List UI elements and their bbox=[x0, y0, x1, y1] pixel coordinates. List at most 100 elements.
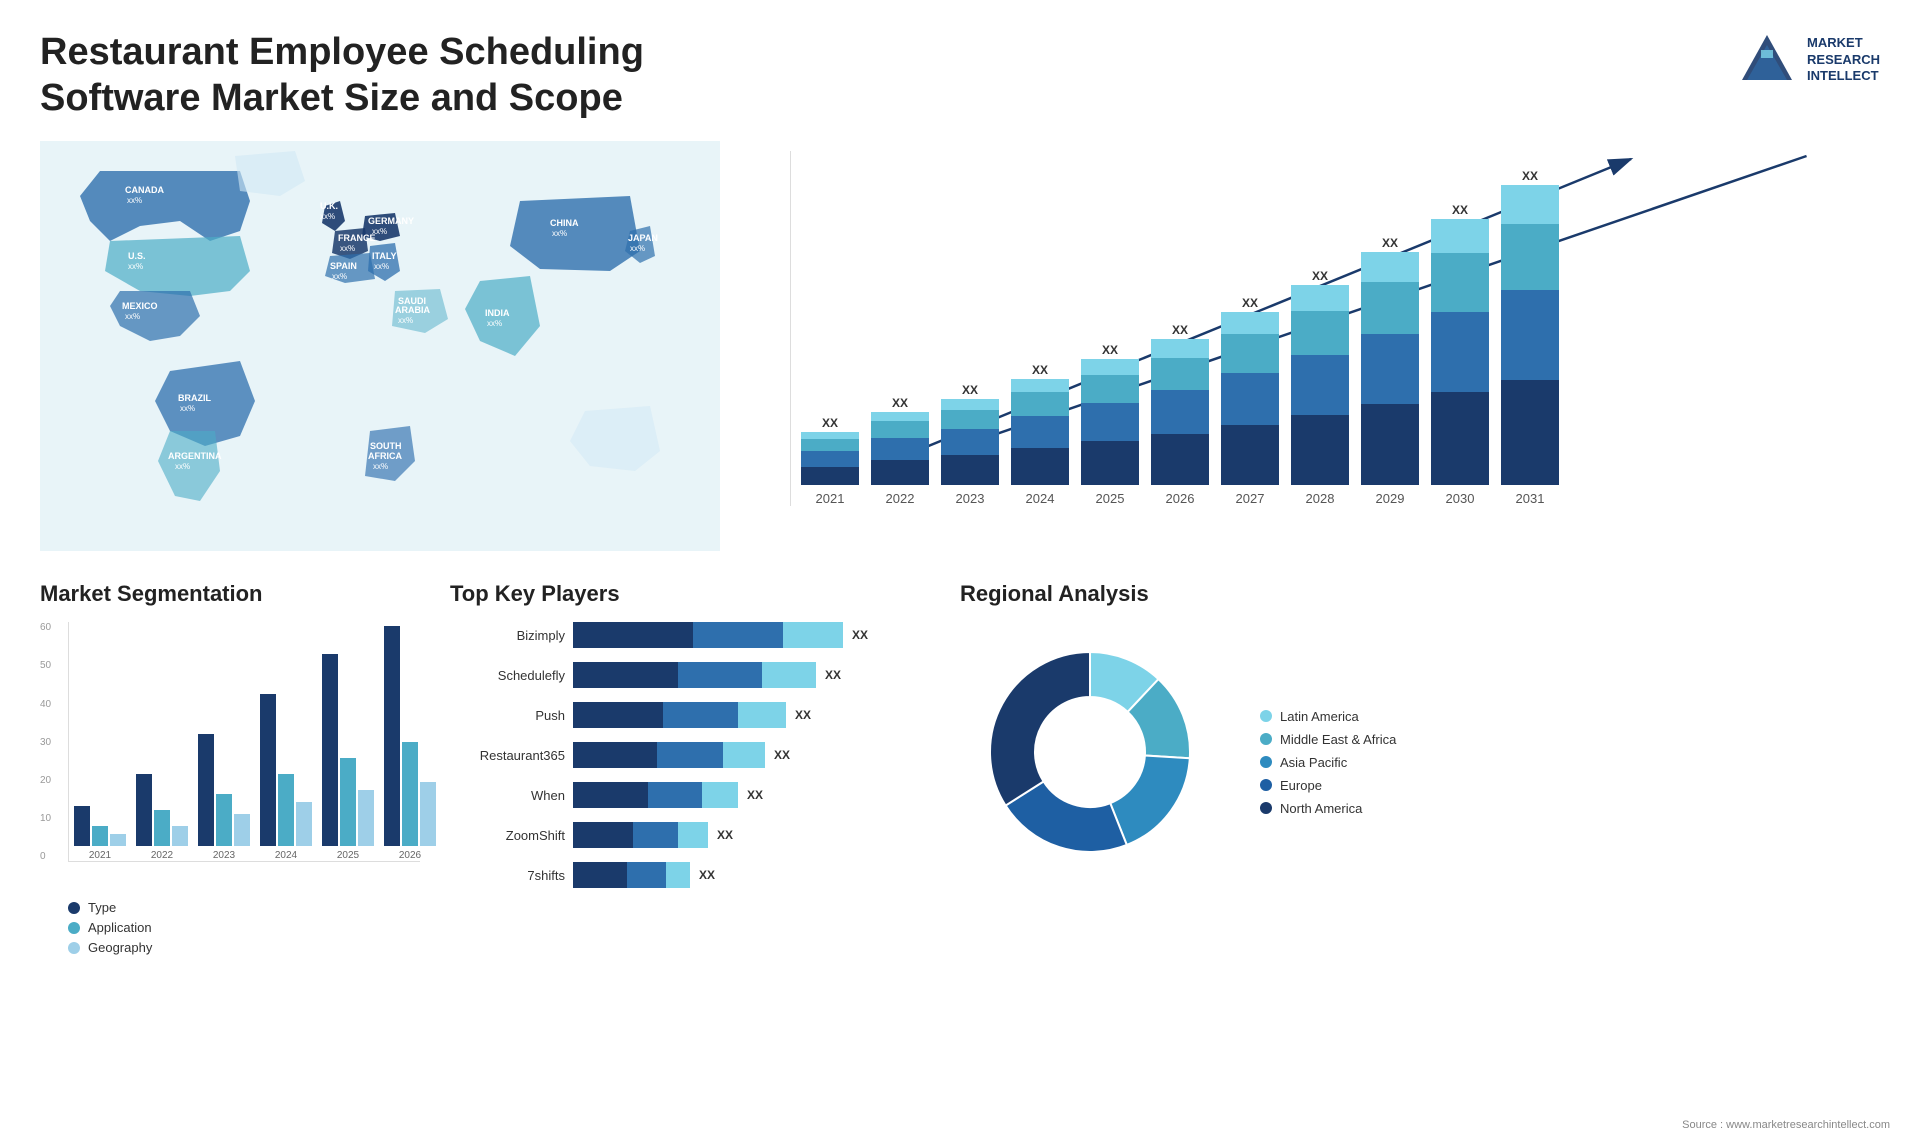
svg-text:xx%: xx% bbox=[127, 196, 142, 205]
player-bar-container-1: XX bbox=[573, 662, 930, 688]
bar-segment bbox=[1501, 380, 1559, 485]
bar-stack-2028 bbox=[1291, 285, 1349, 485]
bar-stack-2021 bbox=[801, 432, 859, 485]
legend-type: Type bbox=[68, 900, 420, 915]
player-bar-6 bbox=[573, 862, 690, 888]
france-label: FRANCE bbox=[338, 233, 376, 243]
seg-bar bbox=[260, 694, 276, 846]
bar-segment bbox=[1011, 379, 1069, 393]
bar-group-2028: XX2028 bbox=[1291, 269, 1349, 506]
donut-container: Latin America Middle East & Africa Asia Pa… bbox=[960, 622, 1880, 902]
bar-group-2023: XX2023 bbox=[941, 383, 999, 507]
player-name-1: Schedulefly bbox=[450, 668, 565, 683]
bar-segment bbox=[1081, 375, 1139, 403]
player-bar-seg bbox=[762, 662, 816, 688]
china-label: CHINA bbox=[550, 218, 579, 228]
player-xx-4: XX bbox=[747, 788, 763, 802]
bar-xx-2024: XX bbox=[1032, 363, 1048, 377]
bar-segment bbox=[1431, 392, 1489, 485]
bar-stack-2031 bbox=[1501, 185, 1559, 485]
bar-xx-2030: XX bbox=[1452, 203, 1468, 217]
player-row-5: ZoomShift XX bbox=[450, 822, 930, 848]
seg-chart-area: 0 10 20 30 40 50 60 20212022202320242025… bbox=[40, 622, 420, 892]
bar-group-2029: XX 2029 bbox=[1361, 236, 1419, 506]
bar-segment bbox=[871, 412, 929, 422]
seg-bar bbox=[92, 826, 108, 846]
seg-year-2026: 2026 bbox=[399, 850, 421, 861]
bar-segment bbox=[801, 432, 859, 439]
svg-text:ARABIA: ARABIA bbox=[395, 305, 430, 315]
seg-year-2023: 2023 bbox=[213, 850, 235, 861]
seg-bar bbox=[402, 742, 418, 846]
seg-bar bbox=[340, 758, 356, 846]
bar-year-2029: 2029 bbox=[1376, 491, 1405, 506]
svg-text:AFRICA: AFRICA bbox=[368, 451, 402, 461]
bar-segment bbox=[1151, 434, 1209, 485]
bar-segment bbox=[1291, 311, 1349, 355]
donut-legend-item-0: Latin America bbox=[1260, 709, 1396, 724]
bar-chart-container: XX2021XX2022XX2023XX2024XX2025XX2026XX20… bbox=[750, 141, 1880, 561]
header: Restaurant Employee Scheduling Software … bbox=[40, 30, 1880, 121]
spain-label: SPAIN bbox=[330, 261, 357, 271]
player-name-5: ZoomShift bbox=[450, 828, 565, 843]
seg-bar bbox=[420, 782, 436, 846]
legend-app-dot bbox=[68, 922, 80, 934]
donut-legend-dot-2 bbox=[1260, 756, 1272, 768]
donut-legend-item-1: Middle East & Africa bbox=[1260, 732, 1396, 747]
seg-group-2024: 2024 bbox=[260, 694, 312, 861]
svg-text:xx%: xx% bbox=[552, 229, 567, 238]
bar-xx-2029: XX bbox=[1382, 236, 1398, 250]
bar-stack-2027 bbox=[1221, 312, 1279, 485]
legend-type-dot bbox=[68, 902, 80, 914]
bar-segment bbox=[1361, 404, 1419, 486]
seg-bar bbox=[110, 834, 126, 846]
seg-legend: Type Application Geography bbox=[68, 900, 420, 955]
bar-segment bbox=[941, 455, 999, 485]
bar-group-2031: XX2031 bbox=[1501, 169, 1559, 506]
bar-segment bbox=[801, 451, 859, 467]
bar-xx-2023: XX bbox=[962, 383, 978, 397]
seg-group-2026: 2026 bbox=[384, 626, 436, 861]
seg-group-2025: 2025 bbox=[322, 654, 374, 861]
player-row-1: Schedulefly XX bbox=[450, 662, 930, 688]
player-bar-seg bbox=[573, 702, 663, 728]
bar-chart-section: XX2021XX2022XX2023XX2024XX2025XX2026XX20… bbox=[750, 141, 1880, 561]
page-title: Restaurant Employee Scheduling Software … bbox=[40, 30, 740, 121]
page-container: Restaurant Employee Scheduling Software … bbox=[0, 0, 1920, 1146]
svg-text:xx%: xx% bbox=[125, 312, 140, 321]
brazil-label: BRAZIL bbox=[178, 393, 211, 403]
player-bar-seg bbox=[627, 862, 666, 888]
bar-year-2025: 2025 bbox=[1096, 491, 1125, 506]
player-bar-seg bbox=[633, 822, 678, 848]
bar-xx-2027: XX bbox=[1242, 296, 1258, 310]
seg-bar bbox=[384, 626, 400, 846]
player-bar-seg bbox=[723, 742, 765, 768]
player-bar-0 bbox=[573, 622, 843, 648]
player-xx-6: XX bbox=[699, 868, 715, 882]
bar-group-2022: XX2022 bbox=[871, 396, 929, 506]
bar-segment bbox=[941, 429, 999, 455]
us-label: U.S. bbox=[128, 251, 146, 261]
logo-icon bbox=[1737, 30, 1797, 90]
bar-xx-2026: XX bbox=[1172, 323, 1188, 337]
bar-stack-2022 bbox=[871, 412, 929, 485]
seg-bar-row bbox=[260, 694, 312, 846]
player-bar-seg bbox=[573, 782, 648, 808]
donut-segment-4 bbox=[990, 652, 1090, 806]
player-xx-5: XX bbox=[717, 828, 733, 842]
donut-legend: Latin America Middle East & Africa Asia Pa… bbox=[1260, 709, 1396, 816]
bar-group-2024: XX2024 bbox=[1011, 363, 1069, 507]
seg-bar bbox=[198, 734, 214, 846]
donut-legend-item-2: Asia Pacific bbox=[1260, 755, 1396, 770]
bar-year-2021: 2021 bbox=[816, 491, 845, 506]
seg-bar-row bbox=[136, 774, 188, 846]
bar-segment bbox=[1501, 185, 1559, 224]
svg-text:xx%: xx% bbox=[487, 319, 502, 328]
mexico-label: MEXICO bbox=[122, 301, 158, 311]
seg-bar-row bbox=[322, 654, 374, 846]
player-bar-container-0: XX bbox=[573, 622, 930, 648]
player-bar-container-3: XX bbox=[573, 742, 930, 768]
seg-group-2021: 2021 bbox=[74, 806, 126, 861]
player-bar-container-5: XX bbox=[573, 822, 930, 848]
bar-group-2025: XX2025 bbox=[1081, 343, 1139, 507]
